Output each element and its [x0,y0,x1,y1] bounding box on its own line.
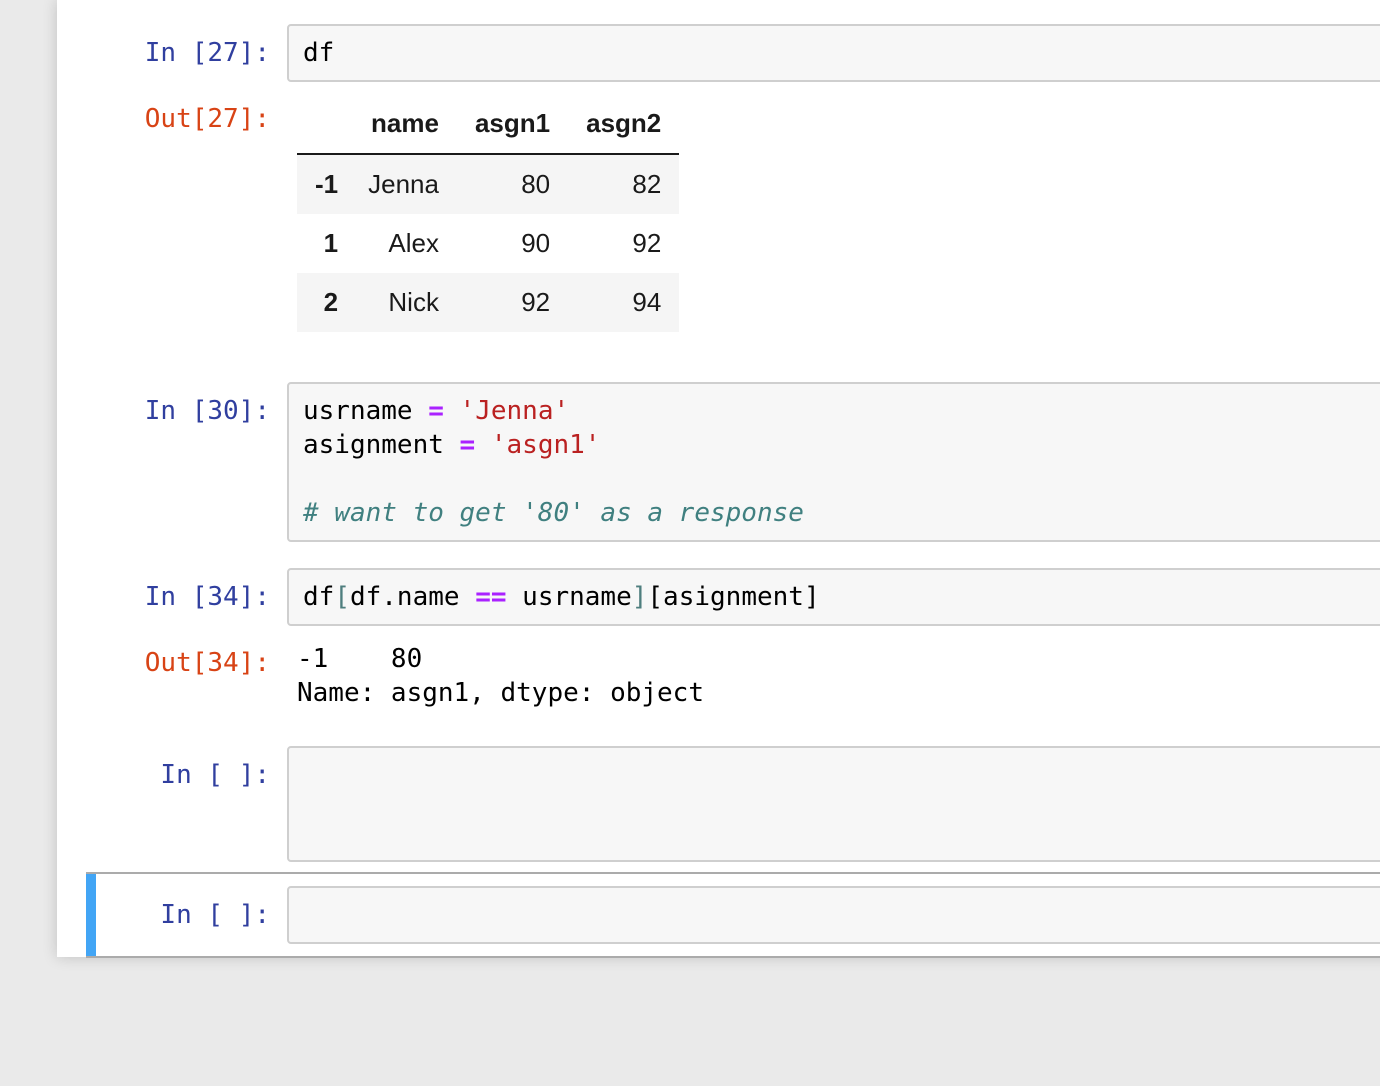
dataframe-cell: Nick [350,273,457,332]
code-line: # want to get '80' as a response [303,496,1380,530]
operator-token: = [460,430,476,460]
input-prompt: In [27]: [86,24,287,82]
output-row: Out[34]: -1 80 Name: asgn1, dtype: objec… [86,634,1380,718]
series-line: -1 80 [297,644,422,674]
code-editor[interactable]: df [287,24,1380,82]
dataframe-row: 1 Alex 90 92 [297,214,679,273]
input-prompt: In [30]: [86,382,287,542]
dataframe-cell: Jenna [350,154,457,214]
dataframe-cell: 82 [568,154,679,214]
code-line: asignment = 'asgn1' [303,428,1380,462]
notebook-page: { "colors": { "page_background": "#eaeae… [0,0,1380,1086]
input-prompt: In [ ]: [86,886,287,944]
dataframe-index: 1 [297,214,350,273]
dataframe-row: 2 Nick 92 94 [297,273,679,332]
code-token: usrname [507,582,632,612]
output-prompt: Out[34]: [86,634,287,718]
dataframe-header: asgn2 [568,98,679,154]
matched-bracket-token: [ [334,582,350,612]
inner-cell: df[df.name == usrname][asignment] [287,568,1380,626]
dataframe-cell: Alex [350,214,457,273]
output-prompt: Out[27]: [86,90,287,340]
operator-token: == [475,582,506,612]
dataframe-row: -1 Jenna 80 82 [297,154,679,214]
input-prompt: In [ ]: [86,746,287,862]
code-token: df.name [350,582,475,612]
inner-cell [287,886,1380,944]
notebook-container: In [27]: df Out[27]: name asgn1 [57,0,1380,957]
dataframe-header: asgn1 [457,98,568,154]
output-subarea: -1 80 Name: asgn1, dtype: object [287,634,1380,718]
matched-bracket-token: ] [632,582,648,612]
code-token: df [303,38,334,68]
code-cell-34: In [34]: df[df.name == usrname][asignmen… [86,558,1380,728]
input-row: In [ ]: [86,886,1380,944]
inner-cell [287,746,1380,862]
comment-token: # want to get '80' as a response [303,498,804,528]
code-token [444,396,460,426]
code-line: usrname = 'Jenna' [303,394,1380,428]
code-token [475,430,491,460]
output-wrapper: Out[27]: name asgn1 asgn2 [86,90,1380,340]
string-token: 'asgn1' [491,430,601,460]
series-line: Name: asgn1, dtype: object [297,678,704,708]
code-token: [asignment] [647,582,819,612]
code-cell-30: In [30]: usrname = 'Jenna' asignment = '… [86,372,1380,552]
code-editor[interactable] [287,746,1380,862]
code-editor[interactable]: df[df.name == usrname][asignment] [287,568,1380,626]
string-token: 'Jenna' [460,396,570,426]
code-token: asignment [303,430,460,460]
operator-token: = [428,396,444,426]
input-row: In [ ]: [86,746,1380,862]
dataframe-table: name asgn1 asgn2 -1 Jenna 80 82 [297,98,679,332]
output-row: Out[27]: name asgn1 asgn2 [86,90,1380,340]
dataframe-cell: 80 [457,154,568,214]
series-output: -1 80 Name: asgn1, dtype: object [297,642,1380,710]
input-row: In [27]: df [86,24,1380,82]
dataframe-index: -1 [297,154,350,214]
empty-code-cell: In [ ]: [86,736,1380,872]
output-subarea: name asgn1 asgn2 -1 Jenna 80 82 [287,90,1380,340]
input-prompt: In [34]: [86,568,287,626]
code-line: df[df.name == usrname][asignment] [303,580,1380,614]
code-line-blank [303,462,1380,496]
dataframe-header-row: name asgn1 asgn2 [297,98,679,154]
code-token: usrname [303,396,428,426]
dataframe-cell: 94 [568,273,679,332]
dataframe-cell: 92 [457,273,568,332]
output-wrapper: Out[34]: -1 80 Name: asgn1, dtype: objec… [86,634,1380,718]
input-row: In [30]: usrname = 'Jenna' asignment = '… [86,382,1380,542]
code-editor[interactable]: usrname = 'Jenna' asignment = 'asgn1' # … [287,382,1380,542]
code-editor[interactable] [287,886,1380,944]
code-token: df [303,582,334,612]
dataframe-header: name [350,98,457,154]
dataframe-cell: 90 [457,214,568,273]
dataframe-cell: 92 [568,214,679,273]
selected-code-cell[interactable]: In [ ]: [86,872,1380,958]
code-line: df [303,36,1380,70]
input-row: In [34]: df[df.name == usrname][asignmen… [86,568,1380,626]
code-cell-27: In [27]: df Out[27]: name asgn1 [86,14,1380,350]
inner-cell: usrname = 'Jenna' asignment = 'asgn1' # … [287,382,1380,542]
code-line-blank [303,898,1380,932]
dataframe-corner [297,98,350,154]
inner-cell: df [287,24,1380,82]
dataframe-index: 2 [297,273,350,332]
code-line-blank [303,758,1380,850]
